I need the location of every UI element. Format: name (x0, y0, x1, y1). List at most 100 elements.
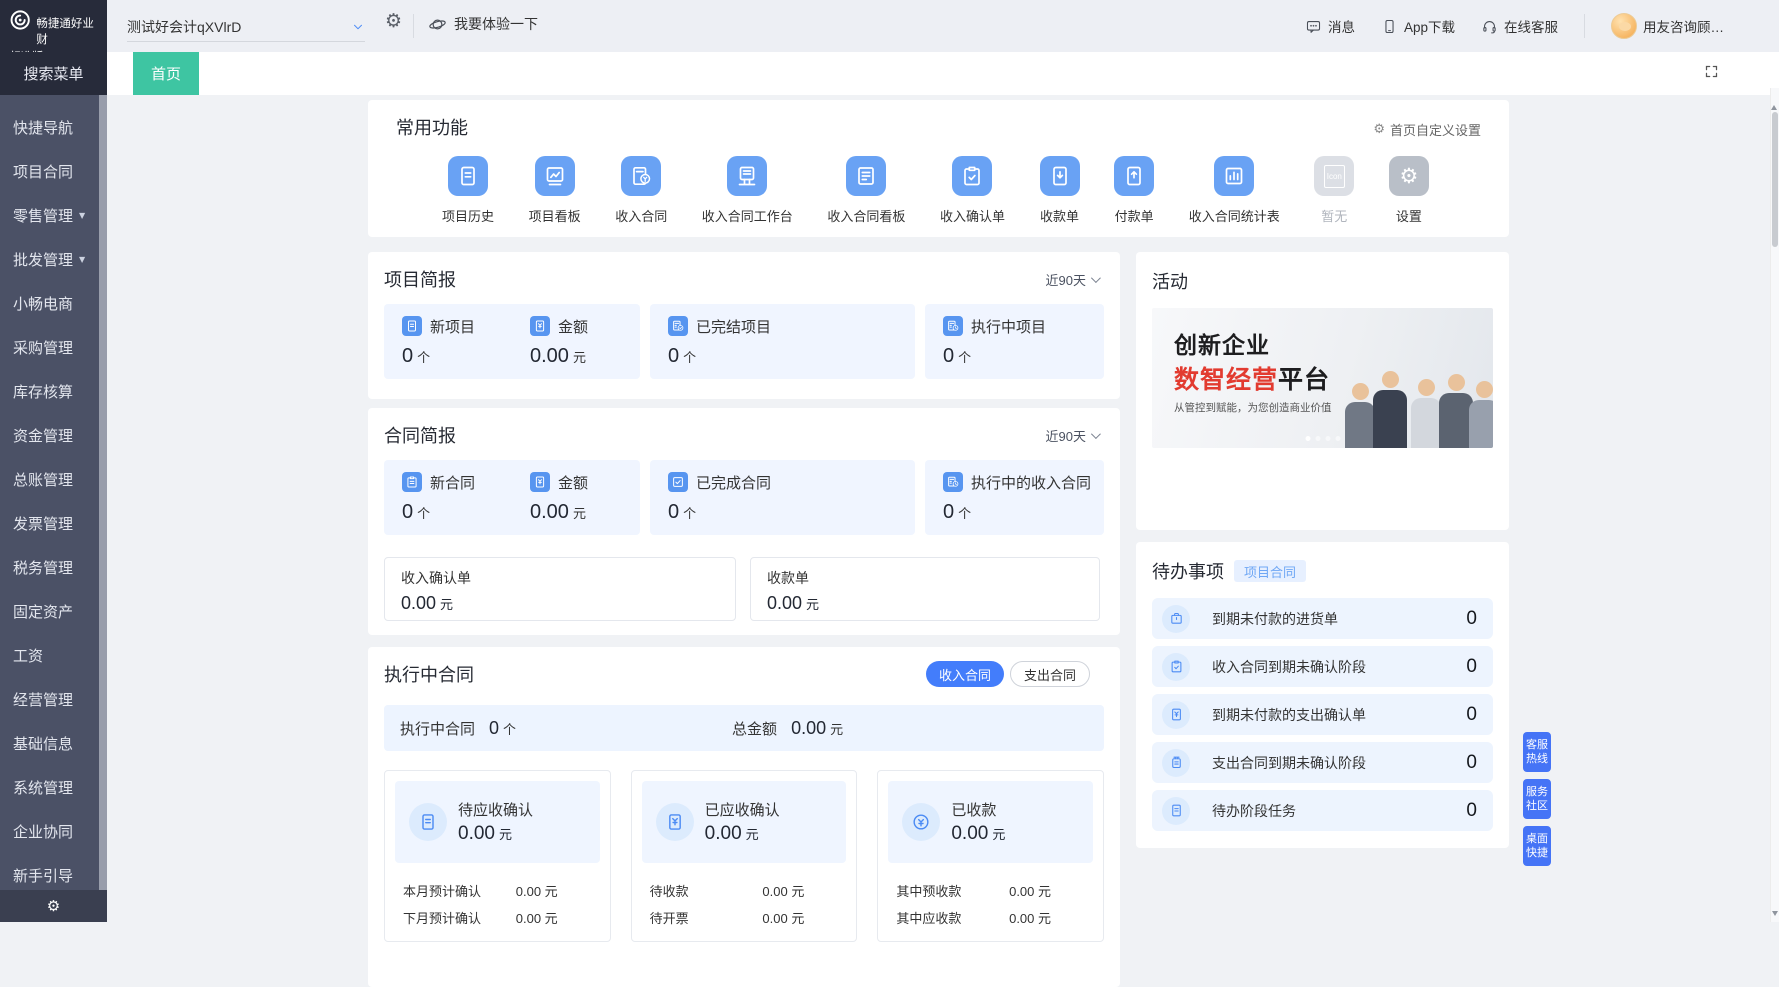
stat-card-new-amount: 新合同 0 个 金额 0.00 元 (384, 460, 640, 535)
exec-value: 0.00 元 (458, 823, 512, 844)
function-收入合同统计表[interactable]: 收入合同统计表 (1189, 156, 1280, 225)
exec-row-label: 下月预计确认 (403, 911, 482, 926)
sidebar-item-label: 快捷导航 (13, 119, 74, 137)
function-收入合同[interactable]: 收入合同 (615, 156, 667, 225)
sidebar-item-系统管理[interactable]: 系统管理 (0, 765, 107, 809)
sidebar-item-库存核算[interactable]: 库存核算 (0, 369, 107, 413)
todo-item-count: 0 (1466, 751, 1477, 773)
sidebar-item-小畅电商[interactable]: 小畅电商 (0, 281, 107, 325)
doc-icon (1162, 796, 1190, 825)
todo-item-收入合同到期未确认阶段[interactable]: 收入合同到期未确认阶段 0 (1152, 646, 1493, 687)
coin-icon (902, 803, 941, 841)
float-button-桌面快捷[interactable]: 桌面 快捷 (1523, 826, 1551, 866)
fullscreen-icon[interactable] (1704, 64, 1719, 79)
carousel-dots[interactable] (1305, 436, 1340, 441)
gear-icon: ⚙ (1373, 122, 1385, 137)
sidebar-item-项目合同[interactable]: 项目合同 (0, 149, 107, 193)
sidebar-item-批发管理[interactable]: 批发管理 ▼ (0, 237, 107, 281)
extra-card-value: 0.00 元 (401, 593, 454, 613)
sidebar-item-总账管理[interactable]: 总账管理 (0, 457, 107, 501)
sidebar-scrollbar[interactable] (99, 95, 107, 890)
exec-row-label: 其中应收款 (896, 911, 962, 926)
banner-subtitle: 从管控到赋能，为您创造商业价值 (1174, 402, 1332, 414)
sidebar-item-label: 小畅电商 (13, 295, 74, 313)
sidebar-item-基础信息[interactable]: 基础信息 (0, 721, 107, 765)
float-button-客服热线[interactable]: 客服 热线 (1523, 732, 1551, 772)
executing-summary-bar: 执行中合同 0 个 总金额 0.00 元 (384, 705, 1104, 751)
sidebar-item-label: 固定资产 (13, 603, 74, 621)
contract-brief-title: 合同简报 (384, 426, 456, 446)
sidebar-item-label: 经营管理 (13, 691, 74, 709)
function-label: 收入合同工作台 (701, 209, 793, 224)
function-收款单[interactable]: 收款单 (1039, 156, 1080, 225)
activity-banner[interactable]: 创新企业 数智经营平台 从管控到赋能，为您创造商业价值 (1152, 308, 1493, 448)
pill-expense-contract[interactable]: 支出合同 (1009, 661, 1090, 687)
todo-item-待办阶段任务[interactable]: 待办阶段任务 0 (1152, 790, 1493, 831)
sidebar-settings-gear-icon[interactable]: ⚙ (0, 890, 107, 922)
tab-home[interactable]: 首页 (133, 52, 199, 95)
clip-icon (402, 472, 422, 492)
online-service-button[interactable]: 在线客服 (1481, 16, 1558, 36)
calcCoin-icon (633, 166, 651, 186)
company-select[interactable]: 测试好会计qXVlrD (127, 12, 365, 42)
todo-item-到期未付款的支出确认单[interactable]: 到期未付款的支出确认单 0 (1152, 694, 1493, 735)
extra-card-收入确认单[interactable]: 收入确认单 0.00 元 (384, 557, 736, 621)
settings-gear-icon[interactable]: ⚙ (385, 10, 402, 32)
function-收入确认单[interactable]: 收入确认单 (940, 156, 1005, 225)
function-项目看板[interactable]: 项目看板 (529, 156, 581, 225)
sidebar-item-快捷导航[interactable]: 快捷导航 (0, 105, 107, 149)
stat-执行中项目: 执行中项目 0 个 (925, 316, 1046, 368)
experience-button[interactable]: 我要体验一下 (428, 14, 538, 34)
home-customize-button[interactable]: ⚙ 首页自定义设置 (1373, 120, 1481, 139)
stat-value: 0个 (943, 500, 972, 523)
scroll-up-icon[interactable] (1771, 88, 1777, 110)
pill-income-contract[interactable]: 收入合同 (925, 661, 1004, 687)
jar-icon (1162, 748, 1190, 777)
todo-item-支出合同到期未确认阶段[interactable]: 支出合同到期未确认阶段 0 (1152, 742, 1493, 783)
clipCheck-icon (964, 166, 981, 186)
contract-range-select[interactable]: 近90天 (1046, 426, 1101, 445)
scroll-down-icon[interactable] (1772, 911, 1778, 916)
todo-item-label: 到期未付款的进货单 (1212, 610, 1338, 627)
messages-button[interactable]: 消息 (1305, 16, 1355, 36)
todo-item-到期未付款的进货单[interactable]: 到期未付款的进货单 0 (1152, 598, 1493, 639)
function-项目历史[interactable]: 项目历史 (442, 156, 494, 225)
project-brief-card: 项目简报 近90天 新项目 0 个 金额 0.00 元 已完结项目 0 个 执行中项目 0 个 (368, 252, 1120, 399)
sidebar-item-工资[interactable]: 工资 (0, 633, 107, 677)
project-range-select[interactable]: 近90天 (1046, 270, 1101, 289)
function-label: 收入确认单 (939, 209, 1005, 224)
sidebar-item-label: 基础信息 (13, 735, 74, 753)
stats-tile (1214, 156, 1255, 196)
sidebar-item-企业协同[interactable]: 企业协同 (0, 809, 107, 853)
sidebar-item-资金管理[interactable]: 资金管理 (0, 413, 107, 457)
stat-label: 已完结项目 (696, 318, 772, 336)
checkSq-icon (673, 477, 683, 487)
page-scrollbar[interactable] (1770, 88, 1779, 922)
executing-contracts-card: 执行中合同 收入合同 支出合同 执行中合同 0 个 总金额 0.00 元 待应收确认 0.0… (368, 647, 1120, 987)
function-付款单[interactable]: 付款单 (1114, 156, 1155, 225)
sidebar-item-固定资产[interactable]: 固定资产 (0, 589, 107, 633)
sidebar-item-发票管理[interactable]: 发票管理 (0, 501, 107, 545)
consultant-account[interactable]: 用友咨询顾… (1611, 13, 1724, 39)
exec-stat: 已应收确认 0.00 元 (641, 781, 847, 863)
function-设置[interactable]: ⚙ 设置 (1388, 156, 1429, 225)
brand-logo-icon (10, 10, 30, 30)
sidebar-item-经营管理[interactable]: 经营管理 (0, 677, 107, 721)
function-收入合同看板[interactable]: 收入合同看板 (827, 156, 905, 225)
stat-card-执行中的收入合同: 执行中的收入合同 0 个 (925, 460, 1104, 535)
function-label: 收入合同看板 (827, 209, 906, 224)
summary-label: 总金额 (732, 720, 778, 738)
sidebar-item-税务管理[interactable]: 税务管理 (0, 545, 107, 589)
function-收入合同工作台[interactable]: 收入合同工作台 (702, 156, 793, 225)
exec-row-value: 0.00 元 (1009, 911, 1052, 926)
search-menu-button[interactable]: 搜索菜单 (0, 52, 107, 95)
float-button-服务社区[interactable]: 服务 社区 (1523, 779, 1551, 819)
sidebar-item-采购管理[interactable]: 采购管理 (0, 325, 107, 369)
function-label: 项目看板 (528, 209, 581, 224)
sidebar-item-零售管理[interactable]: 零售管理 ▼ (0, 193, 107, 237)
function-暂无[interactable]: Icon 暂无 (1314, 156, 1355, 225)
activity-title: 活动 (1152, 272, 1188, 292)
extra-card-收款单[interactable]: 收款单 0.00 元 (750, 557, 1100, 621)
scroll-thumb[interactable] (1772, 112, 1778, 247)
app-download-button[interactable]: App下载 (1381, 16, 1455, 36)
